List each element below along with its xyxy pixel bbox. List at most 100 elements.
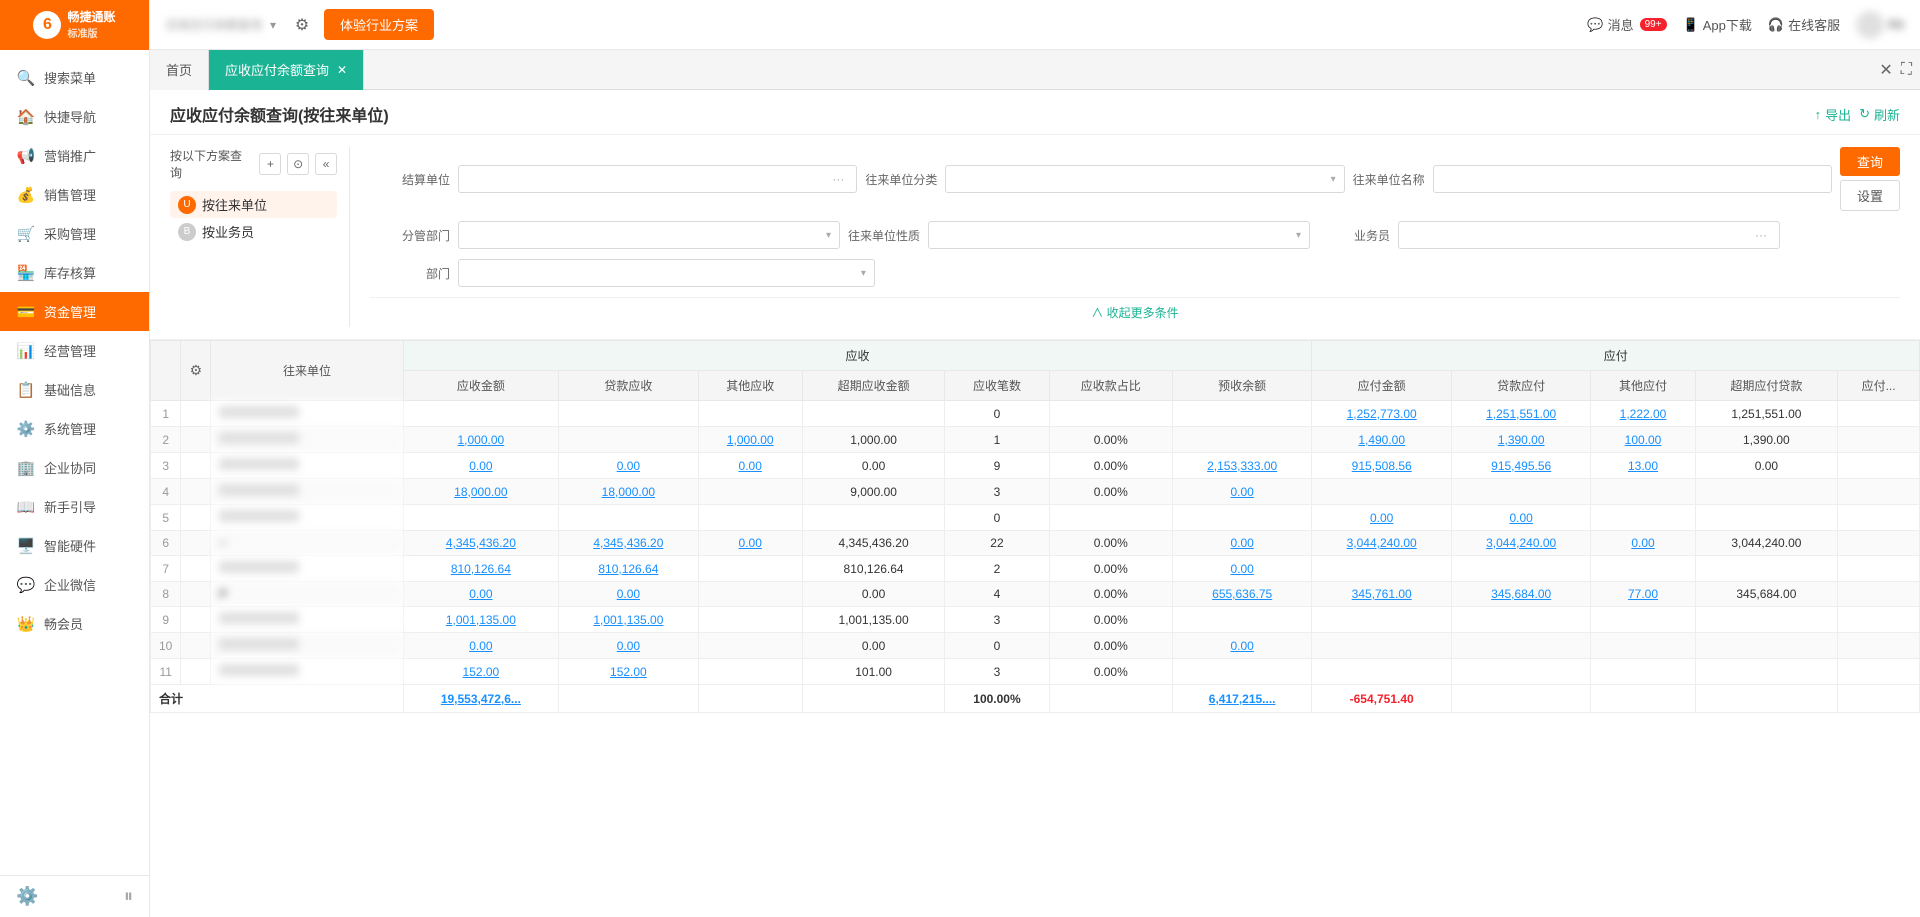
row-loan-pay-7[interactable]: 345,684.00	[1451, 582, 1591, 607]
sidebar-item-system[interactable]: ⚙️ 系统管理	[0, 409, 149, 448]
row-recv-amount-1[interactable]: 1,000.00	[403, 427, 559, 453]
row-num-3: 4	[151, 479, 181, 505]
settlement-dots-icon[interactable]: ···	[828, 172, 848, 186]
topbar-dropdown-icon[interactable]: ▾	[270, 18, 276, 32]
filter-settings-icon[interactable]: ⊙	[287, 153, 309, 175]
row-pay-amount-2[interactable]: 915,508.56	[1312, 453, 1452, 479]
row-loan-recv-3[interactable]: 18,000.00	[559, 479, 699, 505]
row-loan-recv-6[interactable]: 810,126.64	[559, 556, 699, 582]
filter-select-partner-type[interactable]: ▾	[945, 165, 1344, 193]
app-download-item[interactable]: 📱 App下载	[1683, 15, 1752, 34]
sidebar-item-fund[interactable]: 💳 资金管理	[0, 292, 149, 331]
filter-input-settlement[interactable]: ···	[458, 165, 857, 193]
row-other-pay-0[interactable]: 1,222.00	[1591, 401, 1695, 427]
tab-close-icon[interactable]: ✕	[337, 63, 347, 77]
row-loan-pay-8	[1451, 607, 1591, 633]
filter-input-partner-name[interactable]	[1433, 165, 1832, 193]
row-loan-recv-7[interactable]: 0.00	[559, 582, 699, 607]
row-prepaid-3[interactable]: 0.00	[1172, 479, 1312, 505]
tab-close-window-icon[interactable]: ✕	[1879, 60, 1892, 80]
sidebar-settings-icon[interactable]: ⚙️	[16, 886, 38, 907]
tab-receivable[interactable]: 应收应付余额查询 ✕	[209, 50, 364, 90]
sidebar-collapse-icon[interactable]: ⏸	[124, 886, 133, 907]
row-other-pay-2[interactable]: 13.00	[1591, 453, 1695, 479]
solution-button[interactable]: 体验行业方案	[324, 9, 434, 40]
row-other-recv-2[interactable]: 0.00	[698, 453, 802, 479]
sidebar-item-marketing[interactable]: 📢 营销推广	[0, 136, 149, 175]
filter-option-salesperson[interactable]: B 按业务员	[170, 218, 337, 245]
sidebar-item-purchase[interactable]: 🛒 采购管理	[0, 214, 149, 253]
salesperson-dots-icon[interactable]: ···	[1751, 228, 1771, 242]
th-settings[interactable]: ⚙	[181, 341, 211, 401]
row-loan-recv-8[interactable]: 1,001,135.00	[559, 607, 699, 633]
sidebar-item-member[interactable]: 👑 畅会员	[0, 604, 149, 643]
row-pay-amount-0[interactable]: 1,252,773.00	[1312, 401, 1452, 427]
sidebar-item-hardware[interactable]: 🖥️ 智能硬件	[0, 526, 149, 565]
sidebar-item-operation[interactable]: 📊 经营管理	[0, 331, 149, 370]
row-prepaid-6[interactable]: 0.00	[1172, 556, 1312, 582]
row-loan-recv-9[interactable]: 0.00	[559, 633, 699, 659]
row-pay-amount-1[interactable]: 1,490.00	[1312, 427, 1452, 453]
row-recv-amount-2[interactable]: 0.00	[403, 453, 559, 479]
online-service-item[interactable]: 🎧 在线客服	[1768, 15, 1840, 34]
filter-input-salesperson[interactable]: ···	[1398, 221, 1780, 249]
sidebar-item-corp[interactable]: 🏢 企业协同	[0, 448, 149, 487]
row-recv-amount-7[interactable]: 0.00	[403, 582, 559, 607]
row-partner-2	[211, 453, 403, 479]
row-recv-amount-9[interactable]: 0.00	[403, 633, 559, 659]
filter-add-icon[interactable]: +	[259, 153, 281, 175]
row-other-recv-5[interactable]: 0.00	[698, 531, 802, 556]
row-prepaid-5[interactable]: 0.00	[1172, 531, 1312, 556]
row-loan-recv-10[interactable]: 152.00	[559, 659, 699, 685]
row-pay-amount-5[interactable]: 3,044,240.00	[1312, 531, 1452, 556]
row-loan-pay-2[interactable]: 915,495.56	[1451, 453, 1591, 479]
user-info[interactable]: Rit	[1856, 11, 1904, 39]
row-prepaid-7[interactable]: 655,636.75	[1172, 582, 1312, 607]
row-loan-recv-2[interactable]: 0.00	[559, 453, 699, 479]
total-recv-amount[interactable]: 19,553,472,6...	[403, 685, 559, 713]
sidebar-item-wechat[interactable]: 💬 企业微信	[0, 565, 149, 604]
sidebar-item-inventory[interactable]: 🏪 库存核算	[0, 253, 149, 292]
row-other-recv-1[interactable]: 1,000.00	[698, 427, 802, 453]
query-button[interactable]: 查询	[1840, 147, 1900, 176]
filter-collapse-left-icon[interactable]: «	[315, 153, 337, 175]
sidebar-item-sales[interactable]: 💰 销售管理	[0, 175, 149, 214]
sidebar-item-basic[interactable]: 📋 基础信息	[0, 370, 149, 409]
row-loan-recv-5[interactable]: 4,345,436.20	[559, 531, 699, 556]
export-button[interactable]: ↑ 导出	[1815, 105, 1852, 124]
sidebar-item-search[interactable]: 🔍 搜索菜单	[0, 58, 149, 97]
row-recv-amount-5[interactable]: 4,345,436.20	[403, 531, 559, 556]
row-other-pay-5[interactable]: 0.00	[1591, 531, 1695, 556]
total-prepaid-balance[interactable]: 6,417,215....	[1172, 685, 1312, 713]
row-loan-pay-5[interactable]: 3,044,240.00	[1451, 531, 1591, 556]
row-pay-amount-7[interactable]: 345,761.00	[1312, 582, 1452, 607]
tab-home[interactable]: 首页	[150, 50, 209, 90]
row-prepaid-2[interactable]: 2,153,333.00	[1172, 453, 1312, 479]
table-settings-icon[interactable]: ⚙	[190, 362, 203, 378]
row-recv-amount-10[interactable]: 152.00	[403, 659, 559, 685]
row-pay-amount-4[interactable]: 0.00	[1312, 505, 1452, 531]
row-loan-pay-4[interactable]: 0.00	[1451, 505, 1591, 531]
row-loan-pay-1[interactable]: 1,390.00	[1451, 427, 1591, 453]
filter-select-partner-nature[interactable]: ▾	[928, 221, 1310, 249]
filter-select-department[interactable]: ▾	[458, 259, 875, 287]
row-loan-pay-0[interactable]: 1,251,551.00	[1451, 401, 1591, 427]
row-recv-amount-3[interactable]: 18,000.00	[403, 479, 559, 505]
row-other-pay-7[interactable]: 77.00	[1591, 582, 1695, 607]
row-recv-amount-6[interactable]: 810,126.64	[403, 556, 559, 582]
filter-collapse-btn[interactable]: ∧ 收起更多条件	[370, 297, 1900, 327]
row-prepaid-9[interactable]: 0.00	[1172, 633, 1312, 659]
setting-button[interactable]: 设置	[1840, 180, 1900, 211]
row-other-pay-1[interactable]: 100.00	[1591, 427, 1695, 453]
sidebar-item-guide[interactable]: 📖 新手引导	[0, 487, 149, 526]
filter-option-partner[interactable]: U 按往来单位	[170, 191, 337, 218]
sidebar-item-nav[interactable]: 🏠 快捷导航	[0, 97, 149, 136]
table-row: 2 1,000.00 1,000.00 1,000.00 1 0.00% 1,4…	[151, 427, 1920, 453]
refresh-button[interactable]: ↻ 刷新	[1859, 105, 1900, 124]
message-item[interactable]: 💬 消息 99+	[1587, 15, 1666, 34]
topbar-gear-icon[interactable]: ⚙	[288, 11, 316, 39]
table-container[interactable]: ⚙ 往来单位 应收 应付 应收金额 贷款应收 其他应收 超期应收金额 应收笔数 …	[150, 340, 1920, 917]
filter-select-dept[interactable]: ▾	[458, 221, 840, 249]
tab-maximize-icon[interactable]: ⛶	[1901, 61, 1912, 79]
row-recv-amount-8[interactable]: 1,001,135.00	[403, 607, 559, 633]
